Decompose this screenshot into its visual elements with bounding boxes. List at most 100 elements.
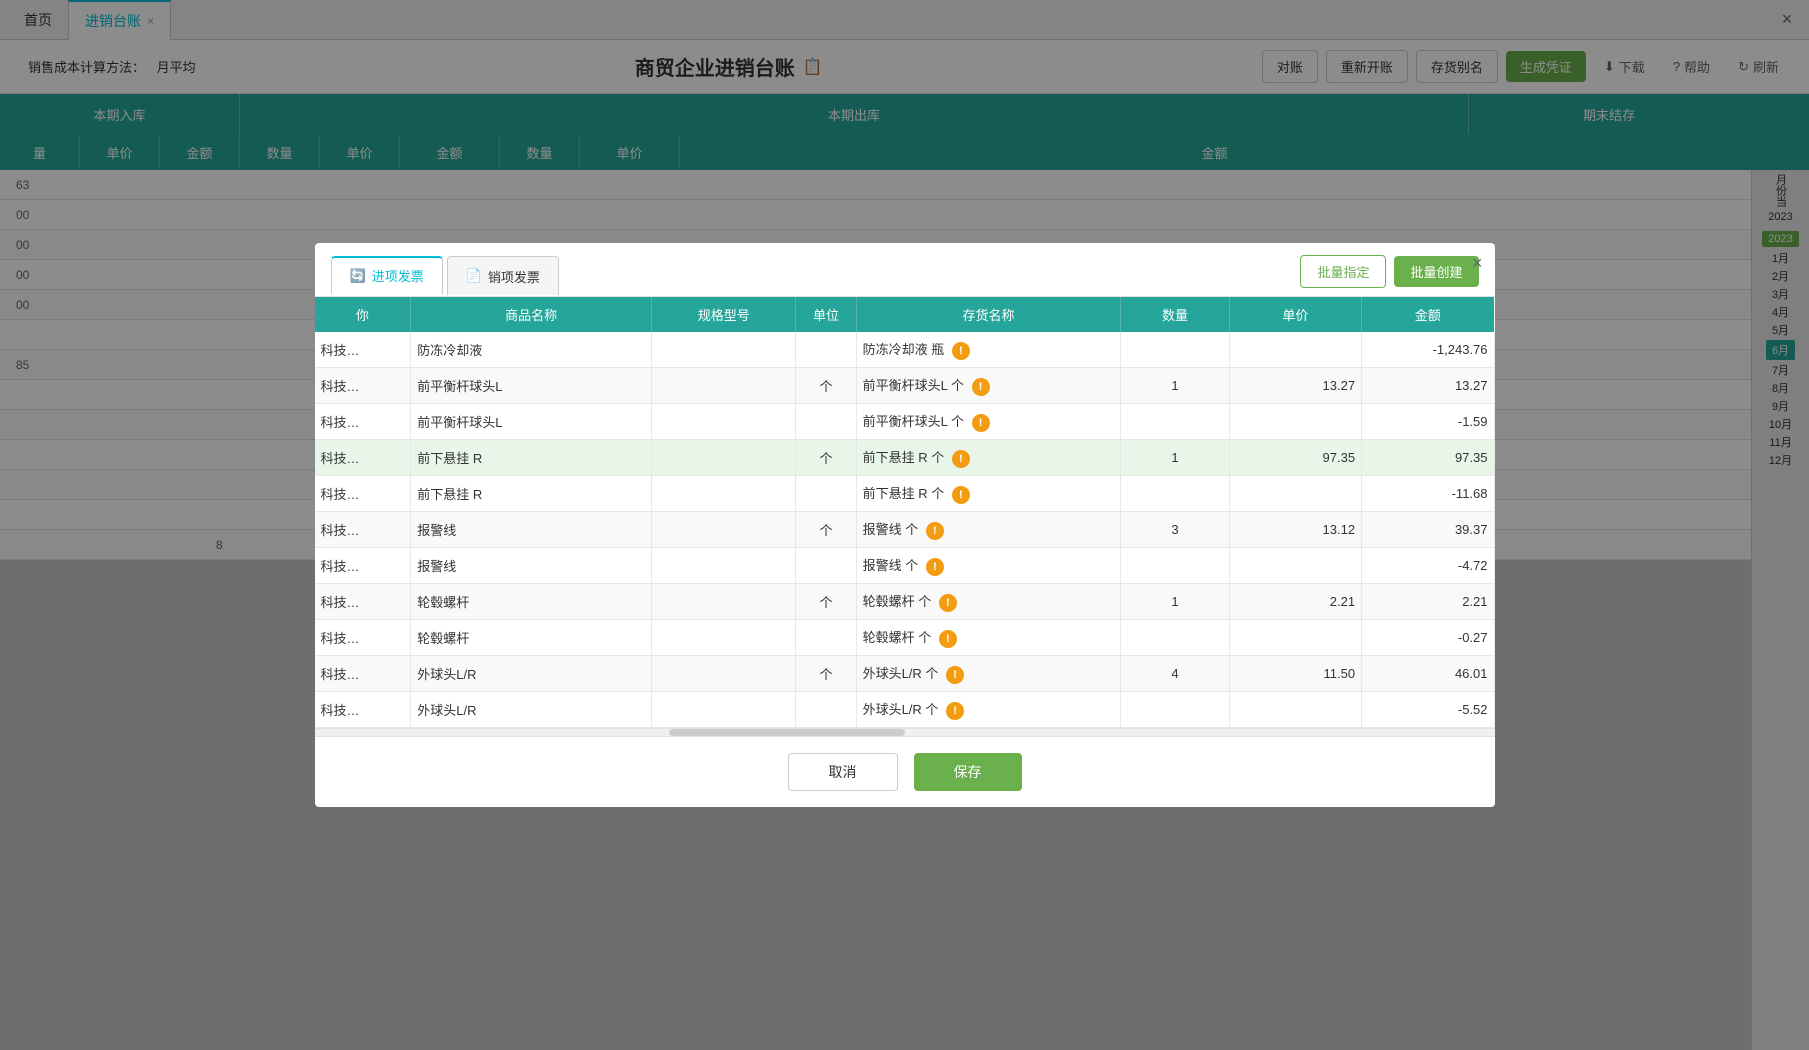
cell-spec [651,404,795,440]
cell-product: 外球头L/R [411,656,652,692]
modal-table-wrap[interactable]: 你 商品名称 规格型号 单位 存货名称 数量 单价 金额 科技… 防冻冷却液 [315,297,1495,728]
cell-company: 科技… [315,656,411,692]
cell-spec [651,440,795,476]
cell-amount: -1,243.76 [1362,332,1494,368]
invoice-out-icon: 📄 [466,268,482,284]
table-row[interactable]: 科技… 前平衡杆球头L 个 前平衡杆球头L 个 ! 1 13.27 13.27 [315,368,1495,404]
tab-invoice-out[interactable]: 📄 销项发票 [447,256,559,295]
save-button[interactable]: 保存 [914,753,1022,791]
warning-icon: ! [952,342,970,360]
cell-amount: 46.01 [1362,656,1494,692]
cell-product: 前下悬挂 R [411,440,652,476]
cell-unit: 个 [796,440,856,476]
th-unit: 单位 [796,297,856,332]
cell-stock: 外球头L/R 个 ! [856,692,1121,728]
cell-unit [796,692,856,728]
cell-spec [651,368,795,404]
cell-price [1229,476,1361,512]
tab-invoice-in[interactable]: 🔄 进项发票 [331,256,443,295]
th-amount: 金额 [1362,297,1494,332]
cell-spec [651,620,795,656]
table-row[interactable]: 科技… 前下悬挂 R 前下悬挂 R 个 ! -11.68 [315,476,1495,512]
warning-icon: ! [939,630,957,648]
cell-amount: -0.27 [1362,620,1494,656]
cell-amount: -1.59 [1362,404,1494,440]
cell-amount: 2.21 [1362,584,1494,620]
cell-price: 97.35 [1229,440,1361,476]
cell-amount: -11.68 [1362,476,1494,512]
modal-footer: 取消 保存 [315,736,1495,807]
cell-stock: 前平衡杆球头L 个 ! [856,368,1121,404]
modal-close-button[interactable]: × [1472,253,1483,274]
cell-company: 科技… [315,368,411,404]
cell-price: 13.27 [1229,368,1361,404]
batch-create-button[interactable]: 批量创建 [1394,256,1478,287]
cell-unit [796,548,856,584]
modal-dialog: 🔄 进项发票 📄 销项发票 批量指定 批量创建 × 你 商品名称 [315,243,1495,807]
th-qty: 数量 [1121,297,1229,332]
cell-qty: 1 [1121,584,1229,620]
table-row[interactable]: 科技… 外球头L/R 外球头L/R 个 ! -5.52 [315,692,1495,728]
warning-icon: ! [939,594,957,612]
table-row[interactable]: 科技… 前下悬挂 R 个 前下悬挂 R 个 ! 1 97.35 97.35 [315,440,1495,476]
cell-price [1229,548,1361,584]
cell-price: 13.12 [1229,512,1361,548]
cell-product: 前平衡杆球头L [411,368,652,404]
th-stock: 存货名称 [856,297,1121,332]
cell-company: 科技… [315,512,411,548]
cancel-button[interactable]: 取消 [788,753,898,791]
cell-spec [651,548,795,584]
cell-unit: 个 [796,584,856,620]
cell-amount: 39.37 [1362,512,1494,548]
cell-price [1229,692,1361,728]
cell-unit: 个 [796,656,856,692]
cell-qty [1121,404,1229,440]
modal-scrollbar[interactable] [315,728,1495,736]
modal-scrollbar-thumb[interactable] [669,729,905,736]
table-row[interactable]: 科技… 前平衡杆球头L 前平衡杆球头L 个 ! -1.59 [315,404,1495,440]
cell-qty [1121,476,1229,512]
table-row[interactable]: 科技… 防冻冷却液 防冻冷却液 瓶 ! -1,243.76 [315,332,1495,368]
cell-spec [651,656,795,692]
table-row[interactable]: 科技… 报警线 报警线 个 ! -4.72 [315,548,1495,584]
cell-company: 科技… [315,332,411,368]
cell-stock: 轮毂螺杆 个 ! [856,584,1121,620]
cell-stock: 防冻冷却液 瓶 ! [856,332,1121,368]
invoice-in-icon: 🔄 [350,268,366,284]
cell-product: 轮毂螺杆 [411,584,652,620]
table-row[interactable]: 科技… 轮毂螺杆 轮毂螺杆 个 ! -0.27 [315,620,1495,656]
cell-company: 科技… [315,404,411,440]
cell-stock: 前下悬挂 R 个 ! [856,476,1121,512]
cell-stock: 前下悬挂 R 个 ! [856,440,1121,476]
table-row[interactable]: 科技… 轮毂螺杆 个 轮毂螺杆 个 ! 1 2.21 2.21 [315,584,1495,620]
cell-spec [651,692,795,728]
cell-spec [651,476,795,512]
table-row[interactable]: 科技… 外球头L/R 个 外球头L/R 个 ! 4 11.50 46.01 [315,656,1495,692]
warning-icon: ! [946,666,964,684]
cell-stock: 报警线 个 ! [856,512,1121,548]
cell-qty [1121,332,1229,368]
cell-unit: 个 [796,512,856,548]
cell-qty [1121,620,1229,656]
th-company: 你 [315,297,411,332]
cell-qty: 3 [1121,512,1229,548]
batch-assign-button[interactable]: 批量指定 [1300,255,1386,288]
warning-icon: ! [952,486,970,504]
th-product: 商品名称 [411,297,652,332]
cell-spec [651,332,795,368]
warning-icon: ! [946,702,964,720]
cell-product: 报警线 [411,548,652,584]
cell-company: 科技… [315,620,411,656]
warning-icon: ! [952,450,970,468]
cell-price [1229,404,1361,440]
table-row[interactable]: 科技… 报警线 个 报警线 个 ! 3 13.12 39.37 [315,512,1495,548]
cell-qty: 1 [1121,368,1229,404]
cell-qty: 1 [1121,440,1229,476]
cell-price [1229,620,1361,656]
cell-company: 科技… [315,692,411,728]
modal-header: 🔄 进项发票 📄 销项发票 批量指定 批量创建 [315,243,1495,297]
cell-price [1229,332,1361,368]
cell-stock: 前平衡杆球头L 个 ! [856,404,1121,440]
warning-icon: ! [972,414,990,432]
cell-amount: 13.27 [1362,368,1494,404]
